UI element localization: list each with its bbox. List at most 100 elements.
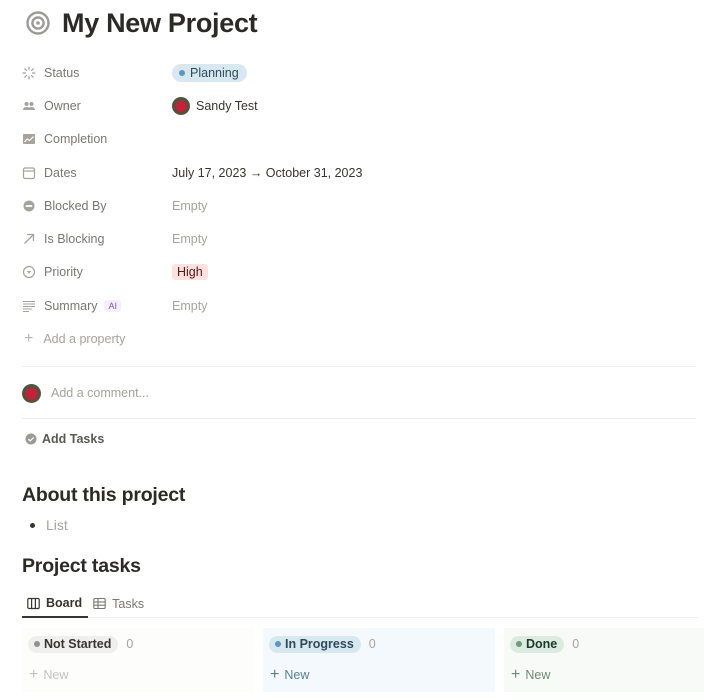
priority-value[interactable]: High	[172, 264, 208, 281]
status-text: Planning	[190, 65, 239, 80]
new-card-button[interactable]: + New	[269, 662, 489, 688]
priority-tag[interactable]: High	[172, 264, 208, 281]
owner-name: Sandy Test	[196, 98, 258, 113]
tab-tasks[interactable]: Tasks	[88, 590, 150, 617]
column-count: 0	[572, 637, 580, 651]
avatar	[172, 96, 190, 115]
project-tasks-heading[interactable]: Project tasks	[22, 555, 141, 578]
comment-input[interactable]	[51, 386, 451, 400]
select-icon	[22, 265, 36, 279]
add-property-button[interactable]: + Add a property	[22, 322, 702, 355]
column-label: Done	[526, 637, 558, 651]
board-icon	[27, 597, 40, 609]
property-dates: Dates July 17, 2023 → October 31, 2023	[22, 156, 702, 189]
board-column-not-started: Not Started 0 + New	[22, 628, 254, 692]
property-label-text: Blocked By	[44, 198, 107, 213]
new-label: New	[43, 668, 69, 682]
column-header[interactable]: Done 0	[510, 632, 698, 656]
page-header: My New Project	[26, 5, 258, 41]
status-loader-icon	[22, 66, 36, 80]
divider	[22, 418, 696, 419]
summary-value[interactable]: Empty	[172, 299, 207, 313]
plus-icon: +	[270, 666, 280, 683]
property-label[interactable]: Is Blocking	[22, 232, 172, 246]
plus-icon: +	[511, 666, 521, 683]
property-label[interactable]: Status	[22, 66, 172, 80]
property-status: Status Planning	[22, 56, 702, 89]
blocked-by-value[interactable]: Empty	[172, 199, 207, 213]
tab-board[interactable]: Board	[22, 590, 89, 618]
new-label: New	[284, 668, 310, 682]
is-blocking-value[interactable]: Empty	[172, 232, 207, 246]
status-badge[interactable]: Planning	[172, 63, 247, 82]
target-icon[interactable]	[26, 11, 50, 35]
status-dot	[179, 69, 185, 76]
avatar	[22, 383, 41, 403]
property-label[interactable]: Blocked By	[22, 199, 172, 213]
property-label-text: Status	[44, 65, 80, 80]
property-completion: Completion	[22, 123, 702, 156]
add-property-label: Add a property	[43, 331, 126, 346]
list-placeholder: List	[46, 517, 68, 533]
property-label[interactable]: Priority	[22, 265, 172, 279]
board-view: Not Started 0 + New In Progress 0 + New …	[22, 628, 704, 692]
property-owner: Owner Sandy Test	[22, 89, 702, 122]
new-label: New	[525, 668, 551, 682]
status-value[interactable]: Planning	[172, 63, 247, 82]
ai-badge: AI	[104, 299, 121, 312]
property-summary: Summary AI Empty	[22, 289, 702, 322]
add-tasks-label: Add Tasks	[42, 432, 105, 446]
properties-panel: Status Planning Owner Sandy Test Complet…	[22, 56, 702, 355]
column-header[interactable]: In Progress 0	[269, 632, 489, 656]
property-label[interactable]: Dates	[22, 166, 172, 180]
property-label-text: Dates	[44, 165, 77, 180]
new-card-button[interactable]: + New	[510, 662, 698, 688]
status-badge[interactable]: Not Started	[28, 635, 119, 653]
board-column-done: Done 0 + New	[504, 628, 704, 692]
page-title[interactable]: My New Project	[62, 8, 258, 39]
column-count: 0	[126, 637, 134, 651]
property-label-text: Is Blocking	[44, 232, 105, 247]
calendar-icon	[22, 166, 36, 180]
view-tabs: Board Tasks	[22, 590, 698, 618]
plus-icon: +	[24, 329, 34, 347]
tab-label: Board	[46, 596, 83, 610]
check-circle-icon	[25, 433, 37, 445]
comment-row	[22, 382, 451, 404]
blocked-icon	[22, 199, 36, 213]
text-lines-icon	[22, 299, 36, 313]
plus-icon: +	[29, 666, 39, 683]
property-is-blocking: Is Blocking Empty	[22, 222, 702, 255]
status-dot	[516, 641, 522, 647]
status-dot	[275, 641, 281, 647]
property-blocked-by: Blocked By Empty	[22, 189, 702, 222]
property-label-text: Completion	[44, 132, 108, 147]
dates-value[interactable]: July 17, 2023 → October 31, 2023	[172, 166, 362, 180]
column-label: In Progress	[285, 637, 354, 651]
add-tasks-button[interactable]: Add Tasks	[25, 432, 104, 446]
owner-value[interactable]: Sandy Test	[172, 96, 258, 115]
board-column-in-progress: In Progress 0 + New	[263, 628, 495, 692]
property-label[interactable]: Completion	[22, 132, 172, 146]
bullet-dot	[30, 522, 35, 528]
property-label[interactable]: Owner	[22, 99, 172, 113]
status-badge[interactable]: Done	[510, 635, 565, 653]
new-card-button[interactable]: + New	[28, 662, 248, 688]
property-label-text: Owner	[44, 98, 81, 113]
column-count: 0	[368, 637, 376, 651]
tab-label: Tasks	[112, 596, 145, 611]
status-badge[interactable]: In Progress	[269, 635, 361, 653]
divider	[22, 366, 696, 367]
bulleted-list-item[interactable]: List	[30, 517, 68, 533]
arrow-up-right-icon	[22, 232, 36, 246]
about-heading[interactable]: About this project	[22, 484, 185, 507]
people-icon	[22, 99, 36, 113]
table-icon	[93, 597, 106, 610]
property-label-text: Summary	[44, 298, 98, 313]
status-dot	[34, 641, 40, 647]
property-label[interactable]: Summary AI	[22, 299, 172, 313]
column-header[interactable]: Not Started 0	[28, 632, 248, 656]
column-label: Not Started	[44, 637, 112, 651]
property-priority: Priority High	[22, 256, 702, 289]
chart-icon	[22, 132, 36, 146]
